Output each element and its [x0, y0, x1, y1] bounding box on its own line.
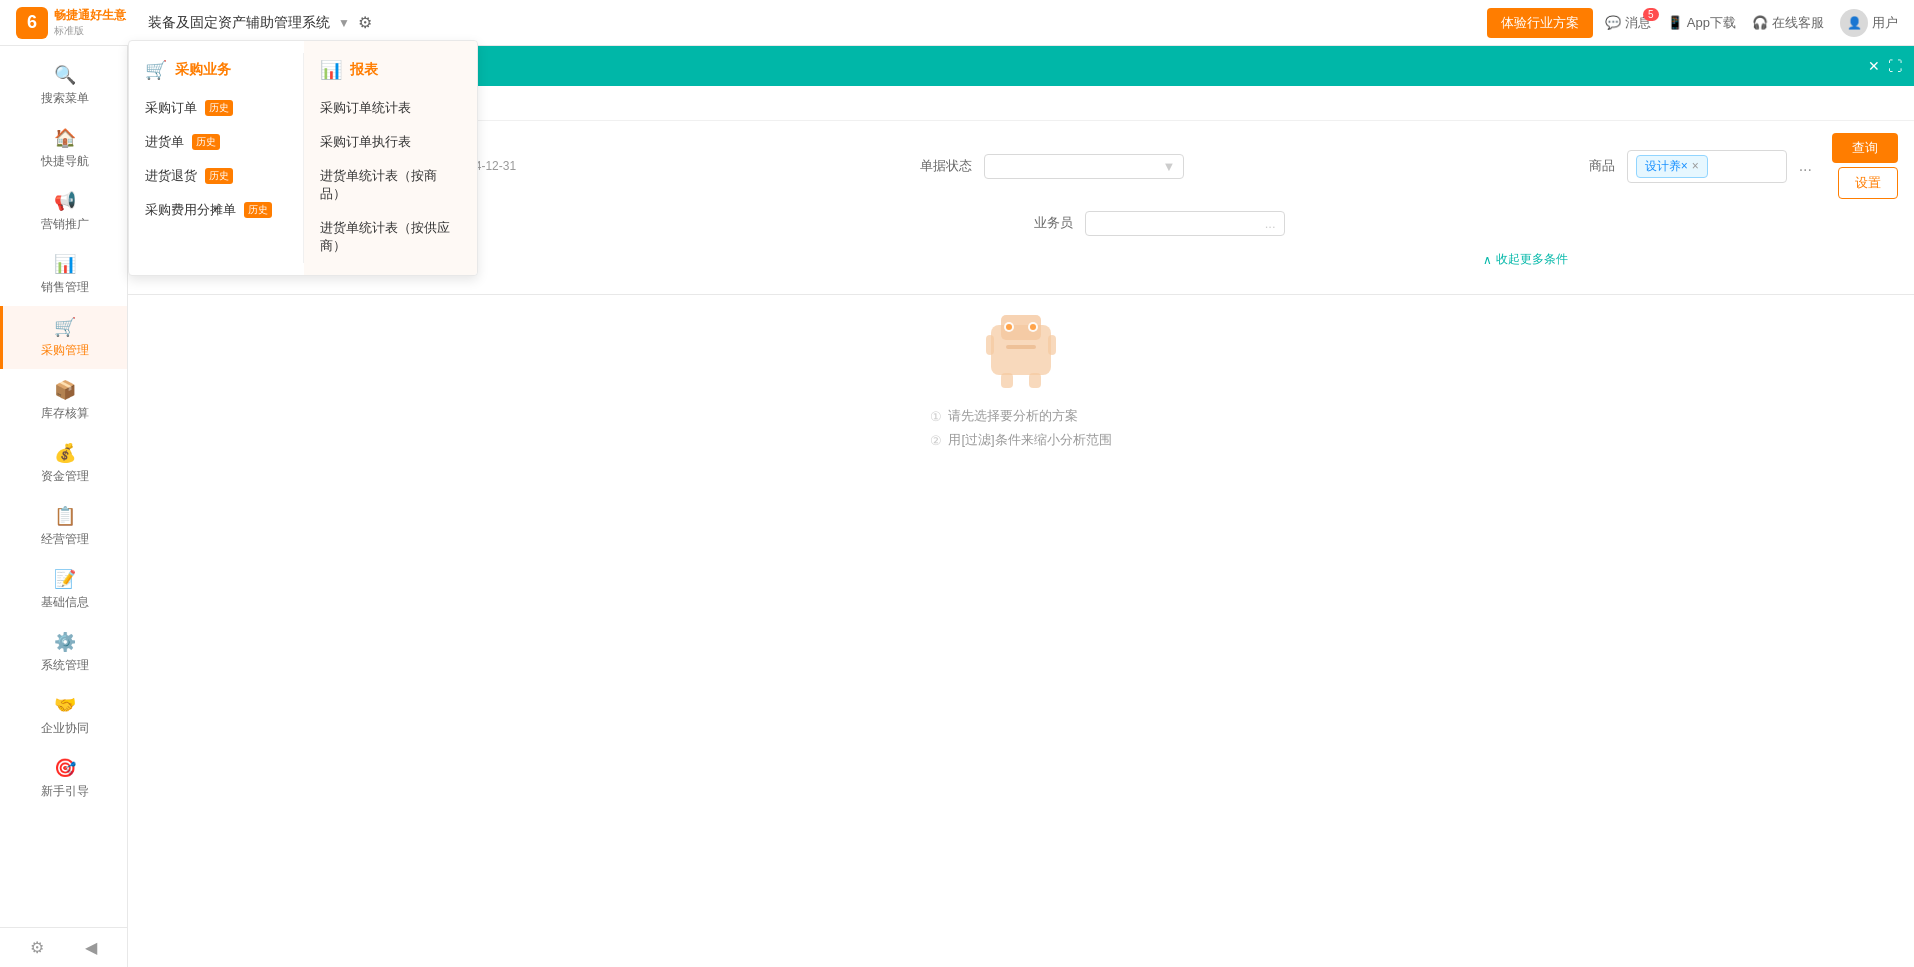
sidebar-item-search[interactable]: 🔍 搜索菜单 — [0, 54, 127, 117]
history-badge-expense: 历史 — [244, 202, 272, 218]
inventory-icon: 📦 — [54, 379, 76, 401]
phone-icon: 📱 — [1667, 15, 1683, 30]
purchase-business-col: 🛒 采购业务 采购订单 历史 进货单 历史 进货退货 历史 采购费用分摊单 — [129, 46, 303, 275]
svg-rect-10 — [1029, 373, 1041, 388]
empty-hints: ① 请先选择要分析的方案 ② 用[过滤]条件来缩小分析范围 — [930, 407, 1111, 449]
empty-svg — [971, 295, 1071, 395]
trial-button[interactable]: 体验行业方案 — [1487, 8, 1593, 38]
content-scroll: ① 请先选择要分析的方案 ② 用[过滤]条件来缩小分析范围 — [128, 295, 1914, 967]
history-badge-po: 历史 — [205, 100, 233, 116]
menu-item-po-stats[interactable]: 采购订单统计表 — [304, 91, 478, 125]
salesman-filter-label: 业务员 — [1034, 214, 1073, 232]
operations-icon: 📋 — [54, 505, 76, 527]
logo-area: 6 畅捷通好生意 标准版 — [16, 7, 136, 39]
search-icon: 🔍 — [54, 64, 76, 86]
system-icon: ⚙️ — [54, 631, 76, 653]
empty-hint-2: ② 用[过滤]条件来缩小分析范围 — [930, 431, 1111, 449]
svg-rect-9 — [1001, 373, 1013, 388]
svg-rect-7 — [986, 335, 994, 355]
purchase-business-header: 🛒 采购业务 — [129, 53, 303, 91]
basic-info-icon: 📝 — [54, 568, 76, 590]
menu-item-inbound-stats-product[interactable]: 进货单统计表（按商品） — [304, 159, 478, 211]
salesman-select-arrow-icon: ... — [1265, 216, 1276, 231]
sidebar-item-finance[interactable]: 💰 资金管理 — [0, 432, 127, 495]
sidebar-settings-button[interactable]: ⚙ — [30, 938, 44, 957]
sidebar-collapse-button[interactable]: ◀ — [85, 938, 97, 957]
tab-close-button[interactable]: ✕ — [1868, 58, 1880, 74]
status-select[interactable]: ▼ — [984, 154, 1184, 179]
svg-point-4 — [1006, 324, 1012, 330]
status-filter-label: 单据状态 — [920, 157, 972, 175]
menu-item-expense[interactable]: 采购费用分摊单 历史 — [129, 193, 303, 227]
menu-item-po-exec[interactable]: 采购订单执行表 — [304, 125, 478, 159]
marketing-icon: 📢 — [54, 190, 76, 212]
avatar: 👤 — [1840, 9, 1868, 37]
logo-text: 畅捷通好生意 标准版 — [54, 7, 126, 38]
action-buttons: 查询 设置 — [1832, 133, 1898, 199]
history-badge-inbound: 历史 — [192, 134, 220, 150]
message-icon: 💬 — [1605, 15, 1621, 30]
report-menu-icon: 📊 — [320, 59, 342, 81]
sidebar-bottom: ⚙ ◀ — [0, 927, 127, 967]
svg-rect-6 — [1006, 345, 1036, 349]
top-right-area: 💬 消息 5 📱 App下载 🎧 在线客服 👤 用户 — [1605, 9, 1898, 37]
guide-icon: 🎯 — [54, 757, 76, 779]
empty-state: ① 请先选择要分析的方案 ② 用[过滤]条件来缩小分析范围 — [128, 295, 1914, 449]
purchase-dropdown-menu: 🛒 采购业务 采购订单 历史 进货单 历史 进货退货 历史 采购费用分摊单 — [128, 46, 478, 276]
sidebar-item-home[interactable]: 🏠 快捷导航 — [0, 117, 127, 180]
history-badge-return: 历史 — [205, 168, 233, 184]
filter-settings-button[interactable]: 设置 — [1838, 167, 1898, 199]
status-select-arrow-icon: ▼ — [1163, 159, 1176, 174]
product-filter-label: 商品 — [1589, 157, 1615, 175]
app-download-button[interactable]: 📱 App下载 — [1667, 14, 1736, 32]
menu-item-inbound[interactable]: 进货单 历史 — [129, 125, 303, 159]
product-tag-close[interactable]: × — [1692, 159, 1699, 173]
logo-icon: 6 — [16, 7, 48, 39]
salesman-select[interactable]: ... — [1085, 211, 1285, 236]
home-icon: 🏠 — [54, 127, 76, 149]
empty-hint-1: ① 请先选择要分析的方案 — [930, 407, 1111, 425]
product-more-button[interactable]: ... — [1799, 157, 1812, 175]
svg-point-5 — [1030, 324, 1036, 330]
sidebar-item-marketing[interactable]: 📢 营销推广 — [0, 180, 127, 243]
collapse-icon: ∧ — [1483, 253, 1492, 267]
content-area: 首页 销售排行榜 × ✕ ⛶ ❓ 帮助 🖨 按模板打印 ▼ — [128, 46, 1914, 967]
sidebar-item-operations[interactable]: 📋 经营管理 — [0, 495, 127, 558]
sidebar-item-enterprise[interactable]: 🤝 企业协同 — [0, 684, 127, 747]
menu-item-inbound-stats-supplier[interactable]: 进货单统计表（按供应商） — [304, 211, 478, 263]
purchase-report-header: 📊 报表 — [304, 53, 478, 91]
svg-rect-8 — [1048, 335, 1056, 355]
empty-illustration — [971, 295, 1071, 395]
query-button[interactable]: 查询 — [1832, 133, 1898, 163]
system-title: 装备及固定资产辅助管理系统 ▼ ⚙ — [148, 13, 1475, 32]
purchase-menu-icon: 🛒 — [145, 59, 167, 81]
product-tag: 设计养× × — [1636, 155, 1708, 178]
tab-bar-right: ✕ ⛶ — [1868, 58, 1914, 74]
menu-item-purchase-order[interactable]: 采购订单 历史 — [129, 91, 303, 125]
sidebar-item-guide[interactable]: 🎯 新手引导 — [0, 747, 127, 810]
dropdown-arrow-icon[interactable]: ▼ — [338, 16, 350, 30]
sidebar-item-basic-info[interactable]: 📝 基础信息 — [0, 558, 127, 621]
online-service-button[interactable]: 🎧 在线客服 — [1752, 14, 1824, 32]
enterprise-icon: 🤝 — [54, 694, 76, 716]
user-menu[interactable]: 👤 用户 — [1840, 9, 1898, 37]
sidebar: 🔍 搜索菜单 🏠 快捷导航 📢 营销推广 📊 销售管理 🛒 采购管理 📦 库存核… — [0, 46, 128, 967]
product-filter-input[interactable]: 设计养× × — [1627, 150, 1787, 183]
sidebar-item-system[interactable]: ⚙️ 系统管理 — [0, 621, 127, 684]
collapse-btn-area: ∧ 收起更多条件 — [1152, 251, 1898, 268]
purchase-icon: 🛒 — [54, 316, 76, 338]
menu-item-return[interactable]: 进货退货 历史 — [129, 159, 303, 193]
headset-icon: 🎧 — [1752, 15, 1768, 30]
messages-button[interactable]: 💬 消息 5 — [1605, 14, 1651, 32]
purchase-report-col: 📊 报表 采购订单统计表 采购订单执行表 进货单统计表（按商品） 进货单统计表（… — [304, 46, 478, 275]
sidebar-item-inventory[interactable]: 📦 库存核算 — [0, 369, 127, 432]
settings-gear-icon[interactable]: ⚙ — [358, 13, 372, 32]
collapse-filters-button[interactable]: ∧ 收起更多条件 — [1483, 251, 1568, 268]
sales-icon: 📊 — [54, 253, 76, 275]
sidebar-item-purchase[interactable]: 🛒 采购管理 — [0, 306, 127, 369]
tab-fullscreen-button[interactable]: ⛶ — [1888, 58, 1902, 74]
sidebar-item-sales[interactable]: 📊 销售管理 — [0, 243, 127, 306]
main-layout: 🔍 搜索菜单 🏠 快捷导航 📢 营销推广 📊 销售管理 🛒 采购管理 📦 库存核… — [0, 46, 1914, 967]
finance-icon: 💰 — [54, 442, 76, 464]
